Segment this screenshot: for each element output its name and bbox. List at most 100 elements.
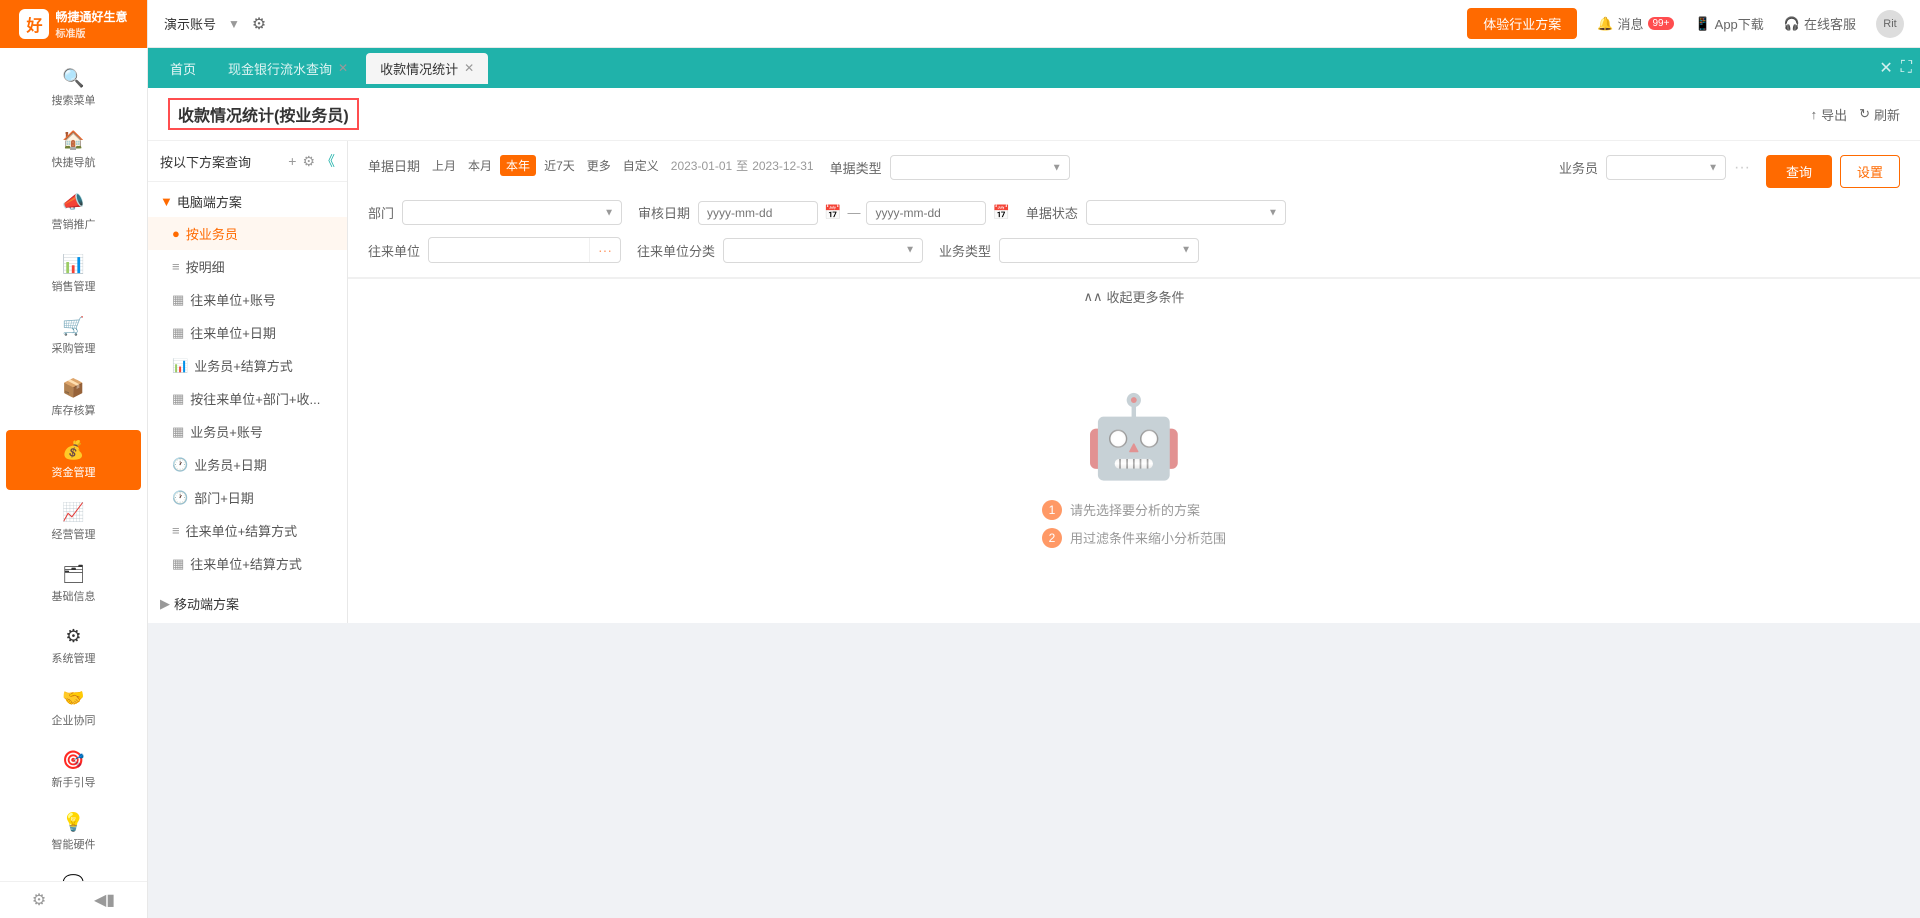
trial-button[interactable]: 体验行业方案 [1467, 8, 1577, 39]
add-scheme-btn[interactable]: + [288, 153, 296, 169]
dept-select-wrapper [402, 200, 622, 225]
export-btn[interactable]: ↑ 导出 [1811, 105, 1848, 124]
sidebar-item-basic-info[interactable]: 🗂 基础信息 [6, 554, 141, 614]
scheme-item-detail[interactable]: ≡ 按明细 [148, 250, 347, 283]
tab-collection-stats-close[interactable]: ✕ [464, 61, 474, 75]
refresh-btn[interactable]: ↻ 刷新 [1859, 105, 1900, 124]
scheme-item-staff-date[interactable]: 🕐 业务员+日期 [148, 448, 347, 481]
custom-date-btn[interactable]: 自定义 [619, 155, 663, 176]
dept-filter: 部门 [368, 200, 622, 225]
date-filter-label: 单据日期 [368, 156, 420, 175]
collapse-sidebar-btn[interactable]: ◀▮ [94, 890, 115, 910]
sidebar-item-finance[interactable]: 💰 资金管理 [6, 430, 141, 490]
filter-settings-button[interactable]: 设置 [1840, 155, 1900, 188]
scheme-item-partner-dept[interactable]: ▦ 按往来单位+部门+收... [148, 382, 347, 415]
this-year-btn[interactable]: 本年 [500, 155, 536, 176]
sidebar-item-quicknav[interactable]: 🏠 快捷导航 [6, 120, 141, 180]
doc-type-select[interactable] [890, 155, 1070, 180]
page-content: 收款情况统计(按业务员) ↑ 导出 ↻ 刷新 按以下方 [148, 88, 1920, 918]
notification-label: 消息 [1617, 14, 1643, 33]
app-name: 畅捷通好生意 [55, 8, 127, 25]
scheme-settings-btn[interactable]: ⚙ [302, 153, 315, 170]
sidebar-item-inventory[interactable]: 📦 库存核算 [6, 368, 141, 428]
more-date-btn[interactable]: 更多 [583, 155, 615, 176]
biz-type-select[interactable] [999, 238, 1199, 263]
scheme-item-dept-date[interactable]: 🕐 部门+日期 [148, 481, 347, 514]
scheme-item-staff-acct[interactable]: ▦ 业务员+账号 [148, 415, 347, 448]
tab-home[interactable]: 首页 [156, 53, 210, 84]
partner-more-btn[interactable]: ··· [589, 238, 620, 262]
pc-scheme-group-title[interactable]: ▼ 电脑端方案 [148, 186, 347, 217]
audit-date-to-input[interactable] [866, 201, 986, 225]
dept-select[interactable] [402, 200, 622, 225]
collapse-panel-btn[interactable]: 《 [321, 151, 335, 171]
app-edition: 标准版 [55, 25, 127, 40]
sidebar-item-sales[interactable]: 📊 销售管理 [6, 244, 141, 304]
doc-status-select[interactable] [1086, 200, 1286, 225]
export-label: 导出 [1821, 105, 1847, 124]
tab-bank-statement[interactable]: 现金银行流水查询 ✕ [214, 53, 362, 84]
query-button[interactable]: 查询 [1766, 155, 1832, 188]
staff-select[interactable] [1606, 155, 1726, 180]
page-actions: ↑ 导出 ↻ 刷新 [1811, 105, 1900, 124]
partner-cat-select[interactable] [723, 238, 923, 263]
settings-footer-btn[interactable]: ⚙ [32, 890, 46, 910]
scheme-item-partner-settle2[interactable]: ▦ 往来单位+结算方式 [148, 547, 347, 580]
scheme-item-staff-settle[interactable]: 📊 业务员+结算方式 [148, 349, 347, 382]
handshake-icon: 🤝 [62, 688, 84, 709]
scheme-item-partner-date-label: 往来单位+日期 [190, 323, 276, 342]
calendar-to-icon[interactable]: 📅 [992, 204, 1009, 221]
sidebar-item-operations[interactable]: 📈 经营管理 [6, 492, 141, 552]
online-service-label: 在线客服 [1804, 14, 1856, 33]
bell-icon: 🔔 [1597, 16, 1613, 32]
sidebar-item-weixin[interactable]: 💬 企业微信 [6, 864, 141, 881]
audit-date-label: 审核日期 [638, 203, 690, 222]
sidebar-item-newbie[interactable]: 🎯 新手引导 [6, 740, 141, 800]
sidebar-item-marketing[interactable]: 📣 营销推广 [6, 182, 141, 242]
scheme-panel-actions: + ⚙ 《 [288, 151, 335, 171]
notification-btn[interactable]: 🔔 消息 99+ [1597, 14, 1674, 33]
sidebar-item-search[interactable]: 🔍 搜索菜单 [6, 58, 141, 118]
content-area: 按以下方案查询 + ⚙ 《 ▼ 电脑端方案 [148, 141, 1920, 623]
search-icon: 🔍 [62, 68, 84, 89]
topbar-gear-icon[interactable]: ⚙ [252, 14, 266, 34]
sidebar-item-system[interactable]: ⚙ 系统管理 [6, 616, 141, 676]
close-all-tabs-btn[interactable]: ✕ [1879, 58, 1892, 78]
scheme-item-partner-acct[interactable]: ▦ 往来单位+账号 [148, 283, 347, 316]
online-service-btn[interactable]: 🎧 在线客服 [1784, 14, 1856, 33]
sidebar-footer: ⚙ ◀▮ [0, 881, 147, 918]
scheme-item-staff-settle-label: 业务员+结算方式 [194, 356, 293, 375]
tab-collection-stats[interactable]: 收款情况统计 ✕ [366, 53, 488, 84]
scheme-item-by-staff[interactable]: ● 按业务员 [148, 217, 347, 250]
scheme-item-partner-date[interactable]: ▦ 往来单位+日期 [148, 316, 347, 349]
sidebar-item-hardware[interactable]: 💡 智能硬件 [6, 802, 141, 862]
last-month-btn[interactable]: 上月 [428, 155, 460, 176]
calendar-from-icon[interactable]: 📅 [824, 204, 841, 221]
tab-bank-statement-close[interactable]: ✕ [338, 61, 348, 75]
last-7-days-btn[interactable]: 近7天 [540, 155, 579, 176]
main-area: 演示账号 ▼ ⚙ 体验行业方案 🔔 消息 99+ 📱 App下载 🎧 在线客服 [148, 0, 1920, 918]
refresh-icon: ↻ [1859, 106, 1870, 122]
empty-tips: 1 请先选择要分析的方案 2 用过滤条件来缩小分析范围 [1042, 500, 1226, 548]
this-month-btn[interactable]: 本月 [464, 155, 496, 176]
pc-scheme-label: 电脑端方案 [177, 192, 242, 211]
maximize-btn[interactable]: ⛶ [1901, 59, 1912, 77]
staff-more-btn[interactable]: ··· [1734, 159, 1750, 177]
app-sidebar: 好 畅捷通好生意 标准版 🔍 搜索菜单 🏠 快捷导航 📣 营销推广 [0, 0, 148, 918]
right-panel: 单据日期 上月 本月 本年 近7天 更多 自定义 [348, 141, 1920, 623]
user-avatar[interactable]: Rit [1876, 10, 1904, 38]
scheme-item-partner-acct-label: 往来单位+账号 [190, 290, 276, 309]
list-icon2: ≡ [172, 523, 180, 538]
page-title: 收款情况统计(按业务员) [168, 98, 359, 130]
app-download-btn[interactable]: 📱 App下载 [1694, 14, 1763, 33]
filter-row-3: 往来单位 ··· 往来单位分类 [368, 237, 1900, 263]
sidebar-item-collab[interactable]: 🤝 企业协同 [6, 678, 141, 738]
user-dropdown-arrow[interactable]: ▼ [228, 17, 240, 31]
scheme-item-staff-date-label: 业务员+日期 [194, 455, 267, 474]
sidebar-item-purchase[interactable]: 🛒 采购管理 [6, 306, 141, 366]
collapse-bar[interactable]: ∧∧ 收起更多条件 [348, 278, 1920, 314]
scheme-item-partner-settle1[interactable]: ≡ 往来单位+结算方式 [148, 514, 347, 547]
partner-input[interactable] [429, 239, 589, 262]
mobile-scheme-group-title[interactable]: ▶ 移动端方案 [148, 588, 347, 619]
audit-date-from-input[interactable] [698, 201, 818, 225]
